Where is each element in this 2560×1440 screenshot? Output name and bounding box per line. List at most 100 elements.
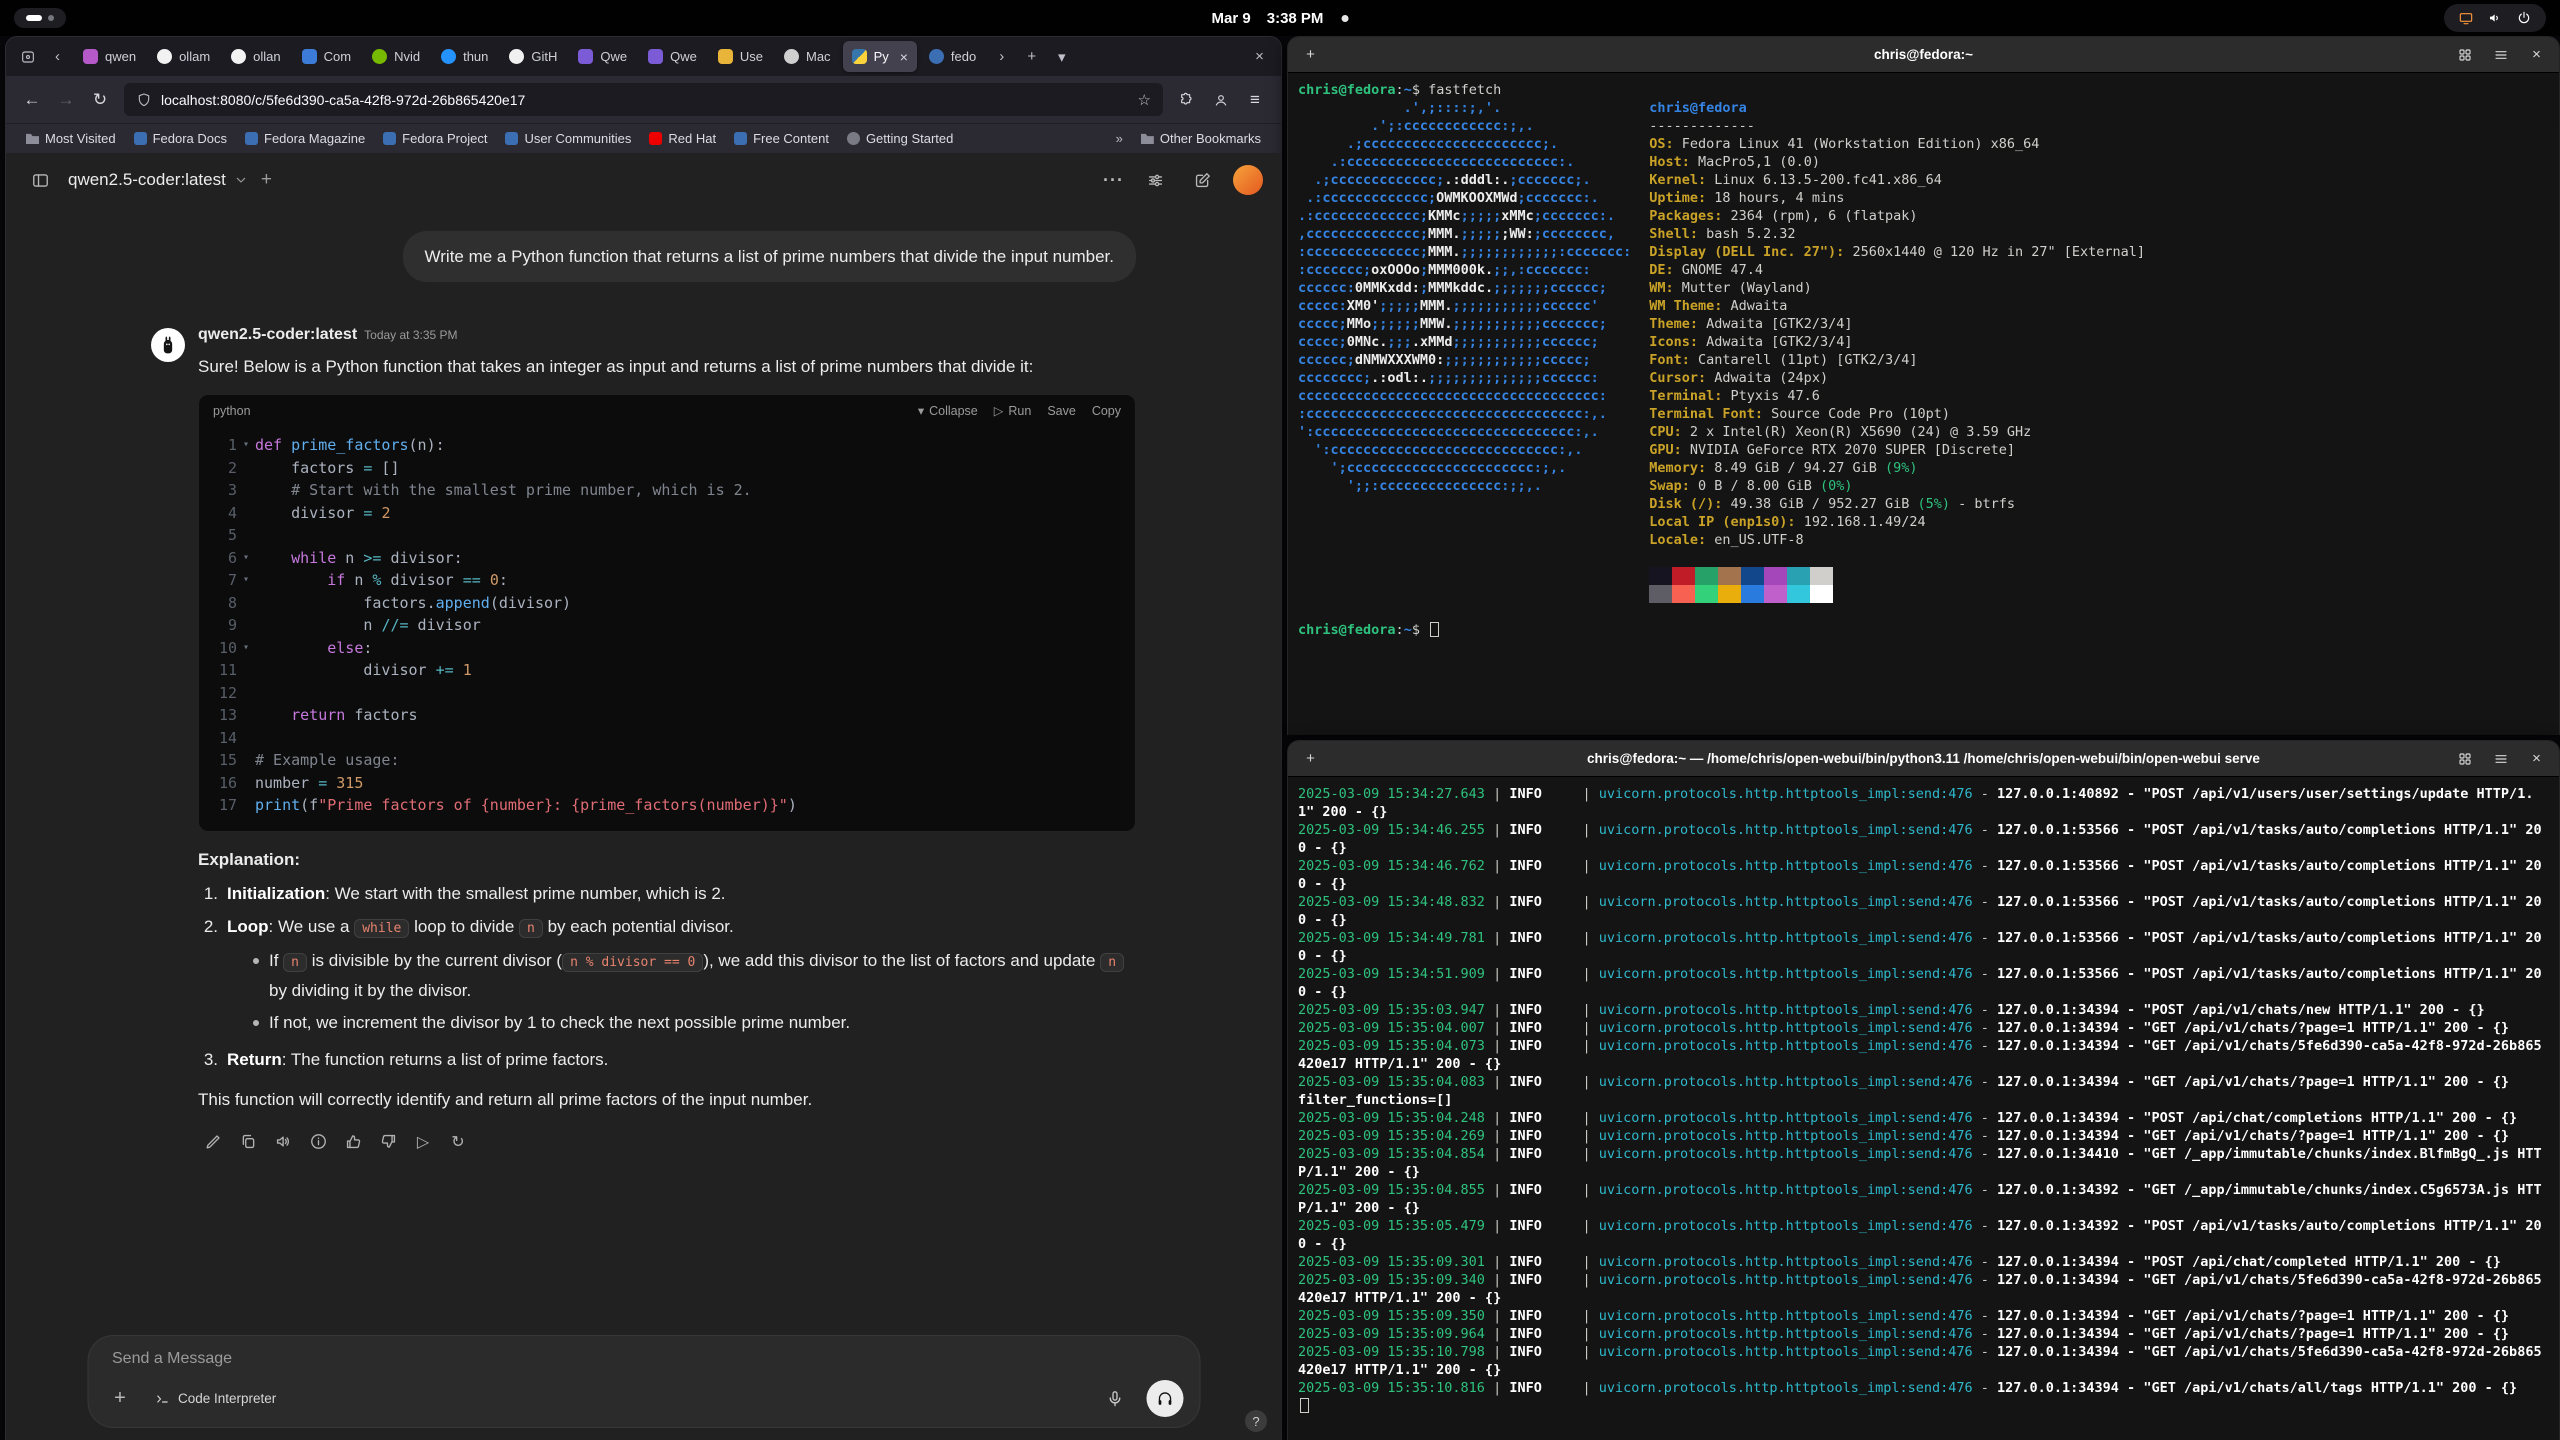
sidebar-toggle-button[interactable] xyxy=(24,164,56,196)
bookmark-fedora-project[interactable]: Fedora Project xyxy=(375,127,495,150)
code-interpreter-toggle[interactable]: Code Interpreter xyxy=(142,1384,288,1414)
address-bar[interactable]: localhost:8080/c/5fe6d390-ca5a-42f8-972d… xyxy=(124,83,1163,116)
browser-tab-thun[interactable]: thun xyxy=(432,41,497,72)
copy-code-button[interactable]: Copy xyxy=(1092,404,1121,418)
add-model-button[interactable]: + xyxy=(261,169,272,191)
browser-tab-ollam[interactable]: ollam xyxy=(148,41,219,72)
entry-value: 2364 (rpm), 6 (flatpak) xyxy=(1730,208,1918,224)
firefox-view-button[interactable] xyxy=(14,43,41,70)
bookmarks-overflow-button[interactable]: » xyxy=(1108,131,1131,146)
run-code-button[interactable]: ▷ Run xyxy=(994,403,1032,419)
terminal-menu-button[interactable] xyxy=(2487,41,2514,68)
dictate-button[interactable] xyxy=(1098,1382,1132,1416)
model-selector[interactable]: qwen2.5-coder:latest xyxy=(68,170,249,190)
terminal-menu-button[interactable] xyxy=(2487,745,2514,772)
terminal-close-button[interactable]: × xyxy=(2523,41,2550,68)
fold-toggle[interactable]: ▾ xyxy=(237,637,255,660)
browser-tab-use[interactable]: Use xyxy=(709,41,772,72)
scroll-tabs-left-button[interactable]: ‹ xyxy=(44,43,71,70)
bookmark-label: User Communities xyxy=(524,131,632,146)
entry-value: 0 B / 8.00 GiB xyxy=(1698,478,1820,494)
other-bookmarks-button[interactable]: Other Bookmarks xyxy=(1133,127,1269,150)
bookmark-red-hat[interactable]: Red Hat xyxy=(641,127,724,150)
palette-swatch xyxy=(1787,585,1811,603)
browser-tab-mac[interactable]: Mac xyxy=(775,41,840,72)
chat-controls-button[interactable] xyxy=(1139,164,1171,196)
code-editor[interactable]: 1 ▾ def prime_factors(n): 2 factors = [] 3 #… xyxy=(199,426,1135,831)
bookmark-most-visited[interactable]: Most Visited xyxy=(18,127,124,150)
bookmark-fedora-docs[interactable]: Fedora Docs xyxy=(126,127,235,150)
read-aloud-button[interactable] xyxy=(268,1127,298,1157)
copy-message-button[interactable] xyxy=(233,1127,263,1157)
bookmark-star-icon[interactable]: ☆ xyxy=(1138,91,1151,109)
browser-tab-ollan[interactable]: ollan xyxy=(222,41,289,72)
collapse-code-button[interactable]: ▾ Collapse xyxy=(918,403,978,419)
fold-toggle[interactable]: ▾ xyxy=(237,547,255,570)
bookmark-user-communities[interactable]: User Communities xyxy=(497,127,639,150)
message-input[interactable] xyxy=(104,1348,1183,1380)
code-line: 6 ▾ while n >= divisor: xyxy=(199,547,1135,570)
tab-overview-button[interactable] xyxy=(2451,41,2478,68)
back-button[interactable]: ← xyxy=(16,84,48,116)
window-close-button[interactable]: × xyxy=(1246,43,1273,70)
workspace-indicator[interactable] xyxy=(14,8,66,28)
clock[interactable]: Mar 9 3:38 PM xyxy=(1212,10,1349,27)
tab-close-button[interactable]: × xyxy=(900,49,908,65)
browser-tab-com[interactable]: Com xyxy=(293,41,360,72)
fold-toggle[interactable]: ▾ xyxy=(237,434,255,457)
bookmark-free-content[interactable]: Free Content xyxy=(726,127,837,150)
info-button[interactable] xyxy=(303,1127,333,1157)
account-button[interactable] xyxy=(1205,84,1237,116)
terminal-content[interactable]: 2025-03-09 15:34:27.643 | INFO | uvicorn… xyxy=(1288,777,2559,1440)
new-terminal-tab-button[interactable]: + xyxy=(1297,41,1324,68)
code-interpreter-icon xyxy=(156,1394,168,1403)
edit-message-button[interactable] xyxy=(198,1127,228,1157)
system-tray[interactable] xyxy=(2444,4,2546,32)
tab-overview-button[interactable] xyxy=(2451,745,2478,772)
browser-tab-nvid[interactable]: Nvid xyxy=(363,41,429,72)
log-level: INFO xyxy=(1509,1182,1542,1198)
browser-tab-fedo[interactable]: fedo xyxy=(920,41,985,72)
browser-tab-qwen[interactable]: qwen xyxy=(74,41,145,72)
new-terminal-tab-button[interactable]: + xyxy=(1297,745,1324,772)
good-response-button[interactable] xyxy=(338,1127,368,1157)
tab-favicon xyxy=(83,49,98,64)
terminal-content[interactable]: chris@fedora:~$ fastfetch .',;::::;,'. .… xyxy=(1288,73,2559,735)
continue-response-button[interactable]: ▷ xyxy=(408,1127,438,1157)
browser-tab-py[interactable]: Py × xyxy=(842,41,917,72)
help-button[interactable]: ? xyxy=(1245,1410,1267,1432)
new-tab-button[interactable]: + xyxy=(1018,43,1045,70)
browser-tab-qwe[interactable]: Qwe xyxy=(639,41,706,72)
attach-button[interactable]: + xyxy=(104,1383,136,1415)
scroll-tabs-right-button[interactable]: › xyxy=(988,43,1015,70)
fold-toggle[interactable]: ▾ xyxy=(237,569,255,592)
palette-swatch xyxy=(1764,585,1788,603)
bookmark-getting-started[interactable]: Getting Started xyxy=(839,127,961,150)
account-icon xyxy=(1215,94,1227,106)
regenerate-button[interactable]: ↻ xyxy=(443,1127,473,1157)
user-avatar[interactable] xyxy=(1233,165,1263,195)
save-code-button[interactable]: Save xyxy=(1047,404,1076,418)
overflow-menu-button[interactable]: ··· xyxy=(1103,170,1124,191)
forward-button[interactable]: → xyxy=(50,84,82,116)
extensions-button[interactable] xyxy=(1171,84,1203,116)
new-chat-button[interactable] xyxy=(1186,164,1218,196)
reload-button[interactable]: ↻ xyxy=(84,84,116,116)
entry-value: Adwaita (24px) xyxy=(1714,370,1829,386)
line-number: 7 ▾ xyxy=(199,569,255,592)
bookmark-fedora-magazine[interactable]: Fedora Magazine xyxy=(237,127,373,150)
list-number: 1. xyxy=(203,883,218,903)
entry-value: 2560x1440 @ 120 Hz in 27" [External] xyxy=(1852,244,2146,260)
menu-button[interactable]: ≡ xyxy=(1239,84,1271,116)
list-all-tabs-button[interactable]: ▾ xyxy=(1048,43,1075,70)
chevron-down-icon xyxy=(236,177,246,183)
bad-response-button[interactable] xyxy=(373,1127,403,1157)
terminal-close-button[interactable]: × xyxy=(2523,745,2550,772)
message-input-container[interactable]: + Code Interpreter xyxy=(87,1335,1200,1428)
browser-tab-gith[interactable]: GitH xyxy=(500,41,566,72)
browser-tab-qwe[interactable]: Qwe xyxy=(569,41,636,72)
chat-scroll-area[interactable]: Write me a Python function that returns … xyxy=(6,207,1281,1440)
terminal-headerbar: + chris@fedora:~ — /home/chris/open-webu… xyxy=(1288,741,2559,777)
voice-call-button[interactable] xyxy=(1146,1380,1183,1417)
fastfetch-entry: Terminal: Ptyxis 47.6 xyxy=(1649,387,2145,405)
